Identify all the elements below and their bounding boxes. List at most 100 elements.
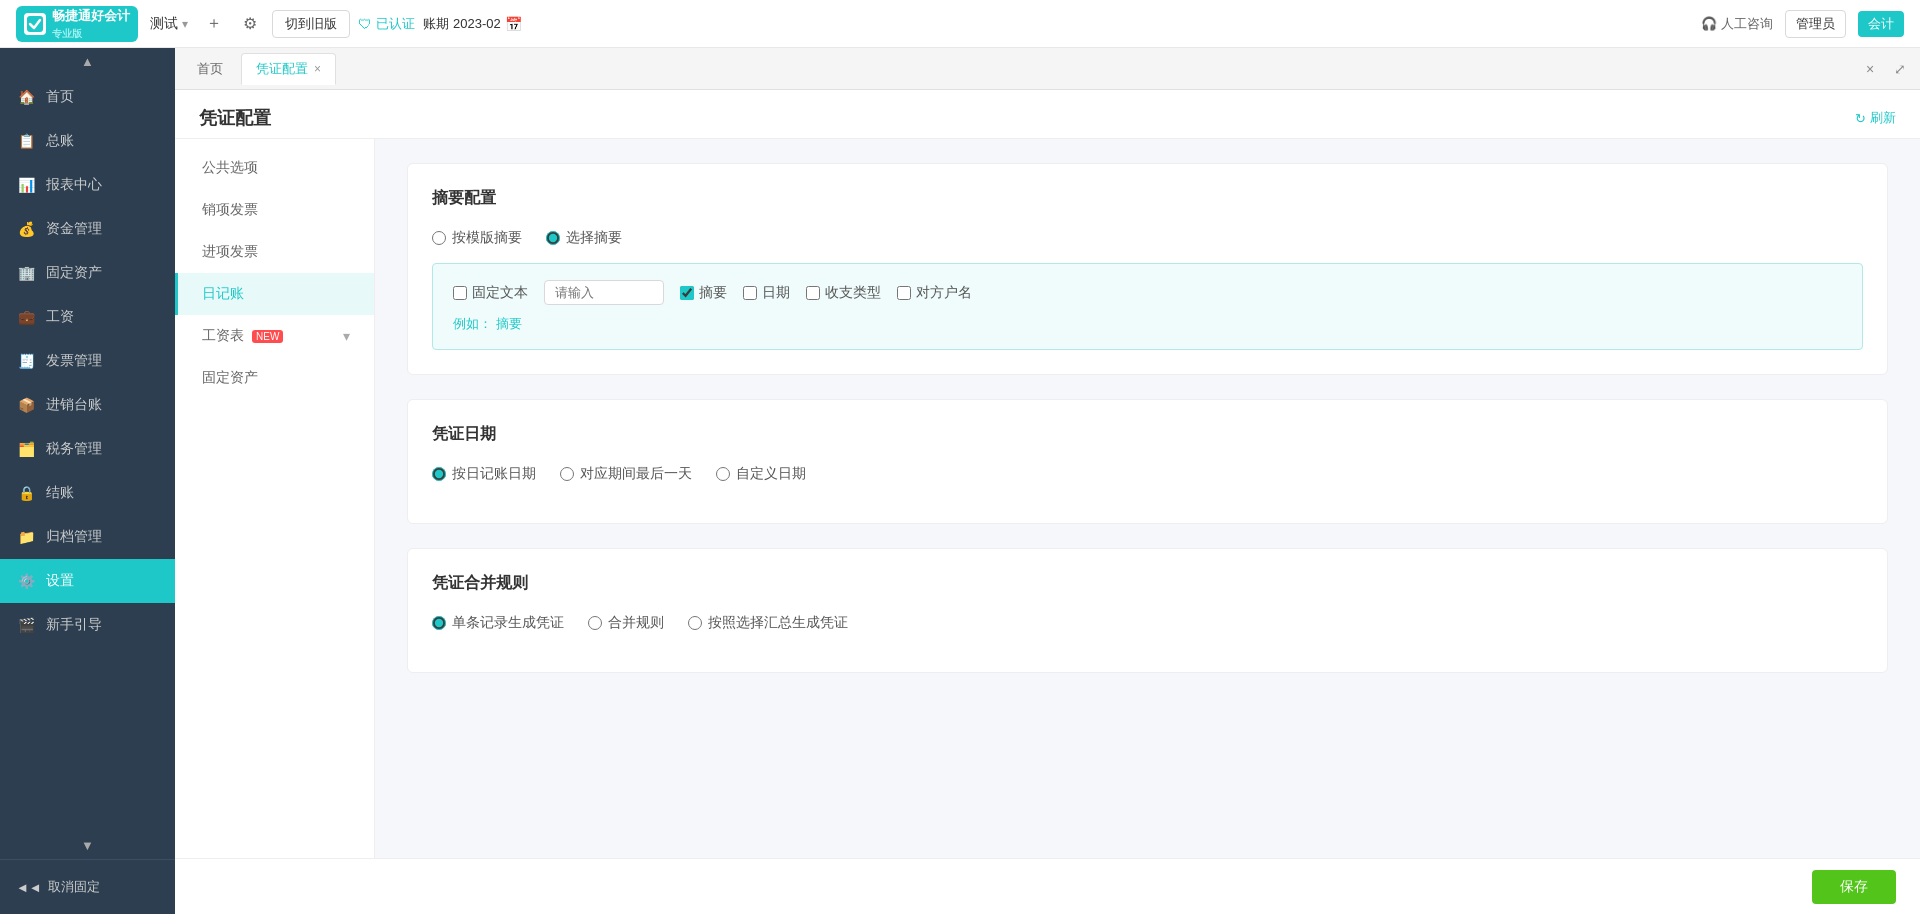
single-voucher-option[interactable]: 单条记录生成凭证 [432,614,564,632]
accountant-button[interactable]: 会计 [1858,11,1904,37]
tab-close-icon[interactable]: × [314,62,321,76]
sidebar-item-report[interactable]: 📊 报表中心 [0,163,175,207]
page-content: 凭证配置 ↻ 刷新 公共选项 销项发票 进项发票 日记账 工资表 NEW [175,90,1920,914]
sidebar-item-home[interactable]: 🏠 首页 [0,75,175,119]
sidebar-item-archive[interactable]: 📁 归档管理 [0,515,175,559]
sidebar-item-ledger[interactable]: 📋 总账 [0,119,175,163]
fixed-text-checkbox[interactable] [453,286,467,300]
sidebar-scroll-down[interactable]: ▼ [0,832,175,859]
custom-date-option[interactable]: 自定义日期 [716,465,806,483]
sidebar-item-payroll[interactable]: 💼 工资 [0,295,175,339]
certified-label: 已认证 [376,15,415,33]
date-radio-group: 按日记账日期 对应期间最后一天 自定义日期 [432,465,1863,483]
settings-nav-icon: ⚙️ [16,571,36,591]
sidebar-nav: 🏠 首页 📋 总账 📊 报表中心 💰 资金管理 🏢 固定资产 💼 工资 [0,75,175,832]
config-nav-payroll-table[interactable]: 工资表 NEW ▾ [175,315,374,357]
merge-rule-option[interactable]: 合并规则 [588,614,664,632]
income-type-checkbox[interactable] [806,286,820,300]
consult-button[interactable]: 🎧 人工咨询 [1701,15,1773,33]
summary-section: 摘要配置 按模版摘要 选择摘要 [407,163,1888,375]
select-summary-radio[interactable] [546,231,560,245]
abstract-checkbox[interactable] [680,286,694,300]
merge-section-title: 凭证合并规则 [432,573,1863,594]
config-nav-purchase-invoice[interactable]: 进项发票 [175,231,374,273]
sidebar-item-close[interactable]: 🔒 结账 [0,471,175,515]
template-summary-option[interactable]: 按模版摘要 [432,229,522,247]
company-selector[interactable]: 测试 ▾ [150,15,188,33]
tab-close-all-icon[interactable]: × [1858,57,1882,81]
refresh-icon: ↻ [1855,111,1866,126]
config-main: 摘要配置 按模版摘要 选择摘要 [375,139,1920,858]
sidebar-label-guide: 新手引导 [46,616,102,634]
topbar-actions: ＋ ⚙ 切到旧版 🛡 已认证 账期 2023-02 📅 [200,10,522,38]
calendar-icon[interactable]: 📅 [505,16,522,32]
funds-icon: 💰 [16,219,36,239]
period-last-radio[interactable] [560,467,574,481]
sidebar-item-tax[interactable]: 🗂️ 税务管理 [0,427,175,471]
sidebar-label-payroll: 工资 [46,308,74,326]
sidebar-label-archive: 归档管理 [46,528,102,546]
date-section: 凭证日期 按日记账日期 对应期间最后一天 [407,399,1888,524]
config-nav-fixed-assets[interactable]: 固定资产 [175,357,374,399]
add-icon[interactable]: ＋ [200,10,228,38]
single-voucher-label: 单条记录生成凭证 [452,614,564,632]
manager-button[interactable]: 管理员 [1785,10,1846,38]
cancel-fixed-button[interactable]: ◄◄ 取消固定 [0,868,175,906]
merge-rule-radio[interactable] [588,616,602,630]
select-merge-option[interactable]: 按照选择汇总生成凭证 [688,614,848,632]
assets-icon: 🏢 [16,263,36,283]
select-merge-radio[interactable] [688,616,702,630]
config-nav-journal[interactable]: 日记账 [175,273,374,315]
sidebar-item-funds[interactable]: 💰 资金管理 [0,207,175,251]
counterparty-checkbox-label[interactable]: 对方户名 [897,284,972,302]
sidebar-label-tax: 税务管理 [46,440,102,458]
main-layout: ▲ 🏠 首页 📋 总账 📊 报表中心 💰 资金管理 🏢 固定资产 [0,48,1920,914]
sidebar-item-guide[interactable]: 🎬 新手引导 [0,603,175,647]
tax-icon: 🗂️ [16,439,36,459]
fixed-text-input[interactable] [544,280,664,305]
sidebar-label-close: 结账 [46,484,74,502]
abstract-checkbox-label[interactable]: 摘要 [680,284,727,302]
period-last-option[interactable]: 对应期间最后一天 [560,465,692,483]
select-summary-option[interactable]: 选择摘要 [546,229,622,247]
sidebar-item-invoice[interactable]: 🧾 发票管理 [0,339,175,383]
tab-voucher-config[interactable]: 凭证配置 × [241,53,336,85]
sidebar-item-assets[interactable]: 🏢 固定资产 [0,251,175,295]
tab-expand-icon[interactable]: ⤢ [1888,57,1912,81]
tab-home-label: 首页 [197,60,223,78]
fixed-text-checkbox-label[interactable]: 固定文本 [453,284,528,302]
headset-icon: 🎧 [1701,16,1717,31]
config-nav-public[interactable]: 公共选项 [175,147,374,189]
sidebar-label-ledger: 总账 [46,132,74,150]
sidebar-label-invoice: 发票管理 [46,352,102,370]
config-nav-sales-invoice[interactable]: 销项发票 [175,189,374,231]
summary-section-title: 摘要配置 [432,188,1863,209]
period-last-label: 对应期间最后一天 [580,465,692,483]
example-text: 例如： 摘要 [453,315,1842,333]
date-checkbox[interactable] [743,286,757,300]
single-voucher-radio[interactable] [432,616,446,630]
settings-icon[interactable]: ⚙ [236,10,264,38]
tab-home[interactable]: 首页 [183,54,237,84]
invoice-icon: 🧾 [16,351,36,371]
sidebar-scroll-up[interactable]: ▲ [0,48,175,75]
summary-radio-group: 按模版摘要 选择摘要 [432,229,1863,247]
sidebar-label-purchase-sales: 进销台账 [46,396,102,414]
payroll-expand-icon[interactable]: ▾ [343,328,350,344]
sidebar-item-settings[interactable]: ⚙️ 设置 [0,559,175,603]
custom-date-radio[interactable] [716,467,730,481]
template-summary-radio[interactable] [432,231,446,245]
merge-rule-label: 合并规则 [608,614,664,632]
journal-date-option[interactable]: 按日记账日期 [432,465,536,483]
sidebar-label-settings: 设置 [46,572,74,590]
refresh-button[interactable]: ↻ 刷新 [1855,109,1896,127]
switch-old-version-button[interactable]: 切到旧版 [272,10,350,38]
date-checkbox-label[interactable]: 日期 [743,284,790,302]
topbar-right: 🎧 人工咨询 管理员 会计 [1701,10,1904,38]
save-button[interactable]: 保存 [1812,870,1896,904]
income-type-label: 收支类型 [825,284,881,302]
counterparty-checkbox[interactable] [897,286,911,300]
sidebar-item-purchase-sales[interactable]: 📦 进销台账 [0,383,175,427]
income-type-checkbox-label[interactable]: 收支类型 [806,284,881,302]
journal-date-radio[interactable] [432,467,446,481]
